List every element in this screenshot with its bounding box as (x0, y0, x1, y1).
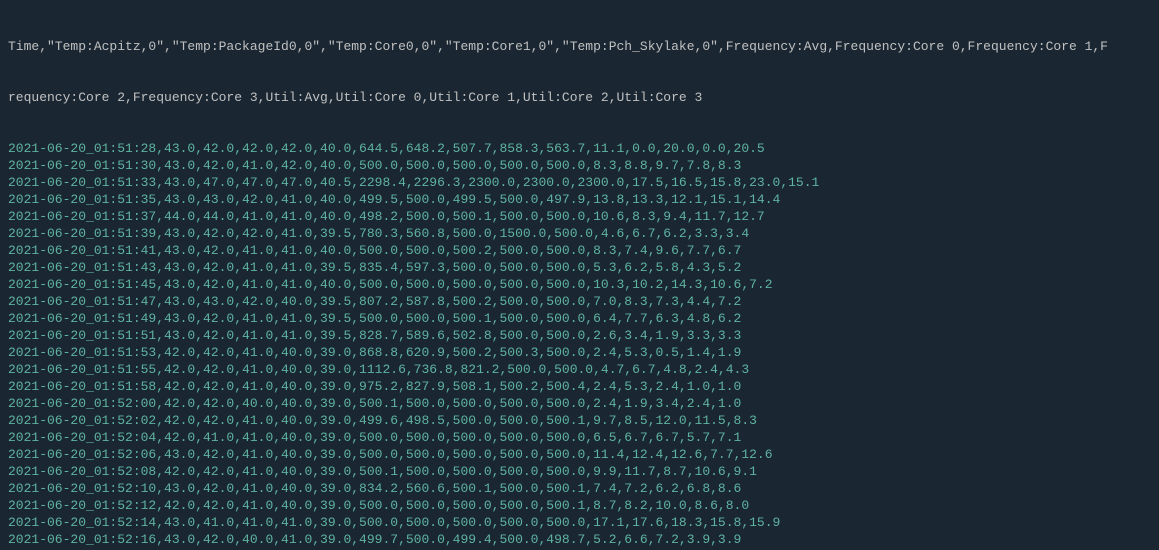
csv-data-row: 2021-06-20_01:51:39,43.0,42.0,42.0,41.0,… (8, 225, 1151, 242)
csv-data-row: 2021-06-20_01:51:37,44.0,44.0,41.0,41.0,… (8, 208, 1151, 225)
csv-header-line-2: requency:Core 2,Frequency:Core 3,Util:Av… (8, 89, 1151, 106)
csv-data-row: 2021-06-20_01:52:02,42.0,42.0,41.0,40.0,… (8, 412, 1151, 429)
csv-data-row: 2021-06-20_01:51:35,43.0,43.0,42.0,41.0,… (8, 191, 1151, 208)
csv-data-row: 2021-06-20_01:51:41,43.0,42.0,41.0,41.0,… (8, 242, 1151, 259)
csv-data-row: 2021-06-20_01:51:28,43.0,42.0,42.0,42.0,… (8, 140, 1151, 157)
csv-data-row: 2021-06-20_01:52:10,43.0,42.0,41.0,40.0,… (8, 480, 1151, 497)
csv-data-row: 2021-06-20_01:51:51,43.0,42.0,41.0,41.0,… (8, 327, 1151, 344)
csv-data-row: 2021-06-20_01:51:53,42.0,42.0,41.0,40.0,… (8, 344, 1151, 361)
csv-data-row: 2021-06-20_01:52:14,43.0,41.0,41.0,41.0,… (8, 514, 1151, 531)
csv-data-row: 2021-06-20_01:51:49,43.0,42.0,41.0,41.0,… (8, 310, 1151, 327)
csv-data-row: 2021-06-20_01:52:00,42.0,42.0,40.0,40.0,… (8, 395, 1151, 412)
csv-data-row: 2021-06-20_01:51:47,43.0,43.0,42.0,40.0,… (8, 293, 1151, 310)
csv-data-row: 2021-06-20_01:51:58,42.0,42.0,41.0,40.0,… (8, 378, 1151, 395)
csv-data-row: 2021-06-20_01:51:45,43.0,42.0,41.0,41.0,… (8, 276, 1151, 293)
csv-data-row: 2021-06-20_01:52:16,43.0,42.0,40.0,41.0,… (8, 531, 1151, 548)
csv-data-row: 2021-06-20_01:51:43,43.0,42.0,41.0,41.0,… (8, 259, 1151, 276)
csv-data-row: 2021-06-20_01:51:30,43.0,42.0,41.0,42.0,… (8, 157, 1151, 174)
csv-data-row: 2021-06-20_01:52:08,42.0,42.0,41.0,40.0,… (8, 463, 1151, 480)
csv-data-row: 2021-06-20_01:52:04,42.0,41.0,41.0,40.0,… (8, 429, 1151, 446)
csv-data-row: 2021-06-20_01:52:12,42.0,42.0,41.0,40.0,… (8, 497, 1151, 514)
terminal-output: Time,"Temp:Acpitz,0","Temp:PackageId0,0"… (8, 4, 1151, 550)
csv-data-row: 2021-06-20_01:51:33,43.0,47.0,47.0,47.0,… (8, 174, 1151, 191)
csv-data-row: 2021-06-20_01:52:06,43.0,42.0,41.0,40.0,… (8, 446, 1151, 463)
csv-header-line-1: Time,"Temp:Acpitz,0","Temp:PackageId0,0"… (8, 38, 1151, 55)
csv-data-row: 2021-06-20_01:51:55,42.0,42.0,41.0,40.0,… (8, 361, 1151, 378)
